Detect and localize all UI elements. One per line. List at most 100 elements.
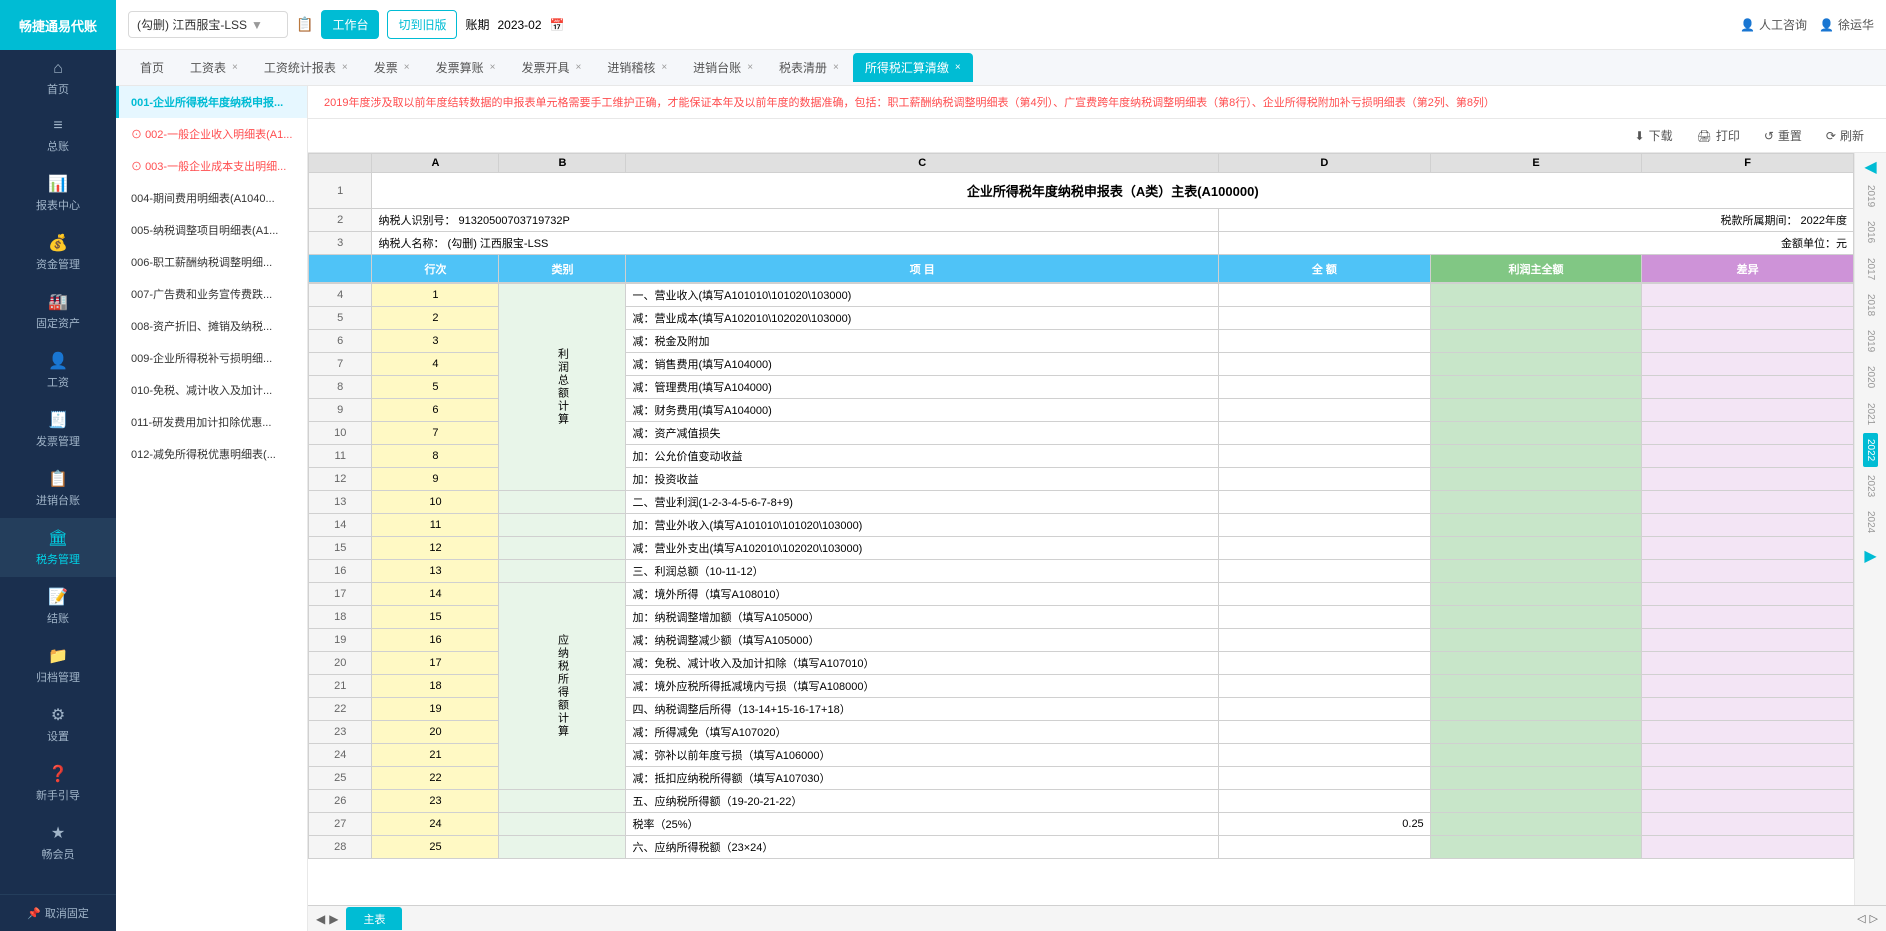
item-cell[interactable]: 减：纳税调整减少额（填写A105000） bbox=[626, 629, 1219, 652]
action-cell[interactable]: 18 bbox=[372, 675, 499, 698]
profit-cell[interactable] bbox=[1430, 652, 1642, 675]
copy-button[interactable]: 📋 bbox=[296, 16, 313, 33]
left-panel-item-005[interactable]: 005-纳税调整项目明细表(A1... bbox=[116, 214, 307, 246]
action-cell[interactable]: 11 bbox=[372, 514, 499, 537]
action-cell[interactable]: 16 bbox=[372, 629, 499, 652]
left-panel-item-004[interactable]: 004-期间费用明细表(A1040... bbox=[116, 182, 307, 214]
item-cell[interactable]: 加：公允价值变动收益 bbox=[626, 445, 1219, 468]
action-cell[interactable]: 7 bbox=[372, 422, 499, 445]
amount-cell[interactable] bbox=[1219, 652, 1431, 675]
item-cell[interactable]: 减：免税、减计收入及加计扣除（填写A107010） bbox=[626, 652, 1219, 675]
item-cell[interactable]: 减：弥补以前年度亏损（填写A106000） bbox=[626, 744, 1219, 767]
tab-close-icon[interactable]: × bbox=[575, 62, 581, 73]
diff-cell[interactable] bbox=[1642, 491, 1854, 514]
sidebar-item-guide[interactable]: ❓ 新手引导 bbox=[0, 754, 116, 813]
action-cell[interactable]: 9 bbox=[372, 468, 499, 491]
item-cell[interactable]: 减：营业外支出(填写A102010\102020\103000) bbox=[626, 537, 1219, 560]
profit-cell[interactable] bbox=[1430, 307, 1642, 330]
amount-cell[interactable] bbox=[1219, 330, 1431, 353]
year-2024[interactable]: 2024 bbox=[1863, 505, 1878, 539]
profit-cell[interactable] bbox=[1430, 675, 1642, 698]
amount-cell[interactable] bbox=[1219, 399, 1431, 422]
item-cell[interactable]: 减：营业成本(填写A102010\102020\103000) bbox=[626, 307, 1219, 330]
tab-sales-ledger[interactable]: 进销台账 × bbox=[681, 53, 765, 82]
sidebar-item-settings[interactable]: ⚙ 设置 bbox=[0, 695, 116, 754]
left-panel-item-010[interactable]: 010-免税、减计收入及加计... bbox=[116, 374, 307, 406]
action-cell[interactable]: 4 bbox=[372, 353, 499, 376]
profit-cell[interactable] bbox=[1430, 721, 1642, 744]
action-cell[interactable]: 19 bbox=[372, 698, 499, 721]
item-cell[interactable]: 四、纳税调整后所得（13-14+15-16-17+18） bbox=[626, 698, 1219, 721]
tab-invoice-issue[interactable]: 发票开具 × bbox=[509, 53, 593, 82]
tab-invoices[interactable]: 发票 × bbox=[362, 53, 422, 82]
year-2019-top[interactable]: 2019 bbox=[1863, 179, 1878, 213]
amount-cell[interactable] bbox=[1219, 376, 1431, 399]
action-cell[interactable]: 5 bbox=[372, 376, 499, 399]
profit-cell[interactable] bbox=[1430, 698, 1642, 721]
profit-cell[interactable] bbox=[1430, 422, 1642, 445]
year-2021[interactable]: 2021 bbox=[1863, 397, 1878, 431]
sidebar-item-finance[interactable]: 💰 资金管理 bbox=[0, 223, 116, 282]
amount-cell[interactable] bbox=[1219, 721, 1431, 744]
amount-cell[interactable] bbox=[1219, 537, 1431, 560]
item-cell[interactable]: 一、营业收入(填写A101010\101020\103000) bbox=[626, 284, 1219, 307]
diff-cell[interactable] bbox=[1642, 813, 1854, 836]
amount-cell[interactable] bbox=[1219, 514, 1431, 537]
item-cell[interactable]: 加：纳税调整增加额（填写A105000） bbox=[626, 606, 1219, 629]
left-panel-item-001[interactable]: 001-企业所得税年度纳税申报... bbox=[116, 86, 307, 118]
amount-cell[interactable] bbox=[1219, 790, 1431, 813]
item-cell[interactable]: 减：税金及附加 bbox=[626, 330, 1219, 353]
item-cell[interactable]: 减：境外所得（填写A108010） bbox=[626, 583, 1219, 606]
amount-cell[interactable] bbox=[1219, 445, 1431, 468]
action-cell[interactable]: 23 bbox=[372, 790, 499, 813]
diff-cell[interactable] bbox=[1642, 836, 1854, 859]
action-cell[interactable]: 8 bbox=[372, 445, 499, 468]
amount-cell[interactable] bbox=[1219, 744, 1431, 767]
tab-active-close-icon[interactable]: × bbox=[955, 62, 961, 73]
diff-cell[interactable] bbox=[1642, 583, 1854, 606]
diff-cell[interactable] bbox=[1642, 284, 1854, 307]
diff-cell[interactable] bbox=[1642, 652, 1854, 675]
year-2017[interactable]: 2017 bbox=[1863, 252, 1878, 286]
sidebar-item-assets[interactable]: 🏭 固定资产 bbox=[0, 282, 116, 341]
expand-icon[interactable]: ▶ bbox=[1864, 546, 1876, 566]
sidebar-item-archive[interactable]: 📁 归档管理 bbox=[0, 636, 116, 695]
item-cell[interactable]: 减：销售费用(填写A104000) bbox=[626, 353, 1219, 376]
item-cell[interactable]: 减：管理费用(填写A104000) bbox=[626, 376, 1219, 399]
item-cell[interactable]: 二、营业利润(1-2-3-4-5-6-7-8+9) bbox=[626, 491, 1219, 514]
tab-tax-settlement[interactable]: 所得税汇算清缴 × bbox=[853, 53, 973, 82]
item-cell[interactable]: 加：投资收益 bbox=[626, 468, 1219, 491]
year-2016[interactable]: 2016 bbox=[1863, 215, 1878, 249]
action-cell[interactable]: 21 bbox=[372, 744, 499, 767]
diff-cell[interactable] bbox=[1642, 422, 1854, 445]
left-panel-item-011[interactable]: 011-研发费用加计扣除优惠... bbox=[116, 406, 307, 438]
left-panel-item-003[interactable]: ⊙ 003-一般企业成本支出明细... bbox=[116, 150, 307, 182]
left-panel-item-007[interactable]: 007-广告费和业务宣传费跌... bbox=[116, 278, 307, 310]
nav-right-icon[interactable]: ▶ bbox=[329, 912, 338, 926]
download-button[interactable]: ⬇ 下载 bbox=[1629, 125, 1679, 146]
year-2018[interactable]: 2018 bbox=[1863, 288, 1878, 322]
amount-cell[interactable] bbox=[1219, 468, 1431, 491]
action-cell[interactable]: 12 bbox=[372, 537, 499, 560]
profit-cell[interactable] bbox=[1430, 399, 1642, 422]
sidebar-item-home[interactable]: ⌂ 首页 bbox=[0, 50, 116, 107]
sidebar-item-member[interactable]: ★ 畅会员 bbox=[0, 813, 116, 872]
action-cell[interactable]: 13 bbox=[372, 560, 499, 583]
diff-cell[interactable] bbox=[1642, 560, 1854, 583]
company-selector[interactable]: (勾删) 江西服宝-LSS ▼ bbox=[128, 11, 288, 38]
action-cell[interactable]: 3 bbox=[372, 330, 499, 353]
item-cell[interactable]: 减：抵扣应纳税所得额（填写A107030） bbox=[626, 767, 1219, 790]
diff-cell[interactable] bbox=[1642, 698, 1854, 721]
amount-cell[interactable] bbox=[1219, 284, 1431, 307]
year-2023[interactable]: 2023 bbox=[1863, 469, 1878, 503]
profit-cell[interactable] bbox=[1430, 514, 1642, 537]
tab-payroll-stats[interactable]: 工资统计报表 × bbox=[252, 53, 360, 82]
profit-cell[interactable] bbox=[1430, 537, 1642, 560]
diff-cell[interactable] bbox=[1642, 606, 1854, 629]
sidebar-item-reports[interactable]: 📊 报表中心 bbox=[0, 164, 116, 223]
tab-close-icon[interactable]: × bbox=[404, 62, 410, 73]
tab-invoice-calc[interactable]: 发票算账 × bbox=[424, 53, 508, 82]
reset-button[interactable]: ↺ 重置 bbox=[1758, 125, 1808, 146]
support-link[interactable]: 👤 人工咨询 bbox=[1740, 16, 1807, 33]
amount-cell[interactable] bbox=[1219, 606, 1431, 629]
